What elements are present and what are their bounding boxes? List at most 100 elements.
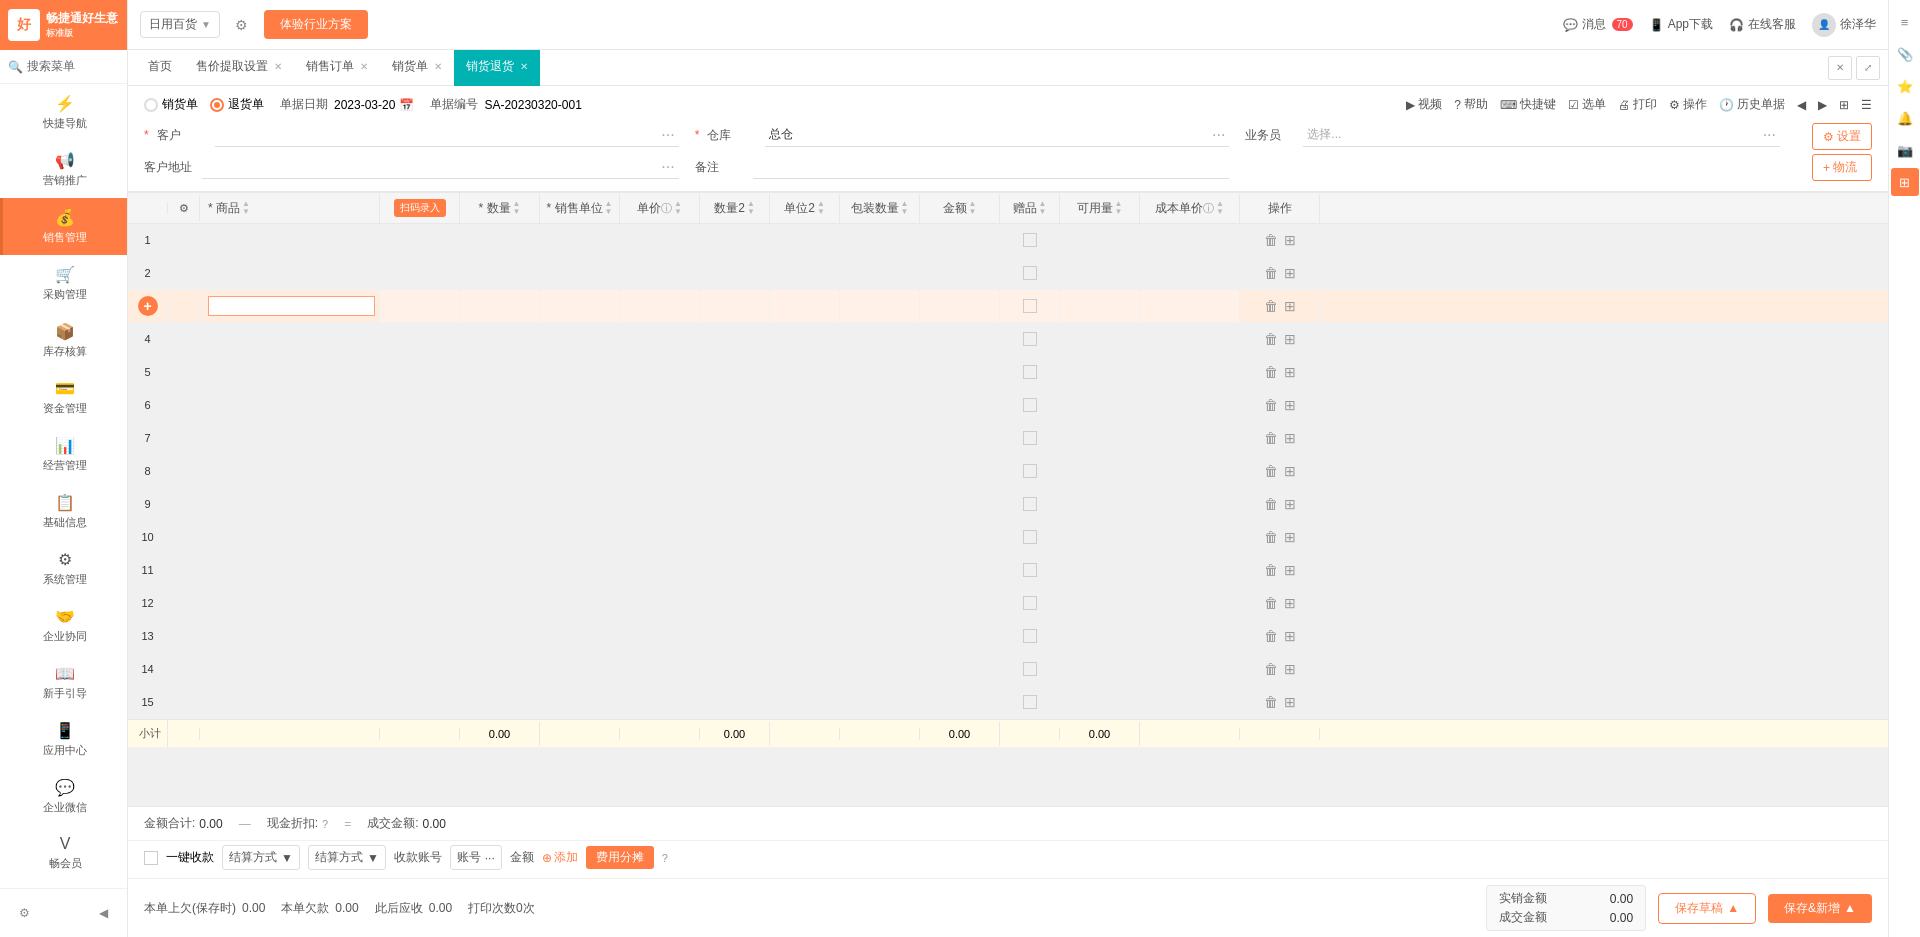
search-menu-item[interactable]: 🔍 搜索菜单 (0, 50, 127, 84)
video-btn[interactable]: ▶ 视频 (1406, 96, 1442, 113)
salesperson-dots[interactable]: ··· (1763, 126, 1776, 144)
row-3-pack[interactable] (840, 290, 920, 322)
tabs-close-btn[interactable]: ✕ (1828, 56, 1852, 80)
row-1-pack[interactable] (840, 224, 920, 256)
row-1-gift[interactable] (1000, 224, 1060, 256)
tab-sales[interactable]: 销货单 ✕ (380, 50, 454, 86)
trial-btn[interactable]: 体验行业方案 (264, 10, 368, 39)
row-3-product[interactable] (200, 290, 380, 322)
sidebar-item-member[interactable]: V 畅会员 (0, 825, 127, 881)
row-2-qty[interactable] (460, 257, 540, 289)
settle-method-select[interactable]: 结算方式 ▼ (222, 845, 300, 870)
customer-dots[interactable]: ··· (661, 126, 674, 144)
row-3-amount[interactable] (920, 290, 1000, 322)
row-1-avail[interactable] (1060, 224, 1140, 256)
add-payment-btn[interactable]: ⊕ 添加 (542, 849, 578, 866)
cost-help-icon[interactable]: ⓘ (1203, 201, 1214, 216)
sidebar-item-collab[interactable]: 🤝 企业协同 (0, 597, 127, 654)
account-select[interactable]: 账号 ··· (450, 845, 502, 870)
feiyong-help-icon[interactable]: ? (662, 852, 668, 864)
cost-sort[interactable]: ▲▼ (1216, 200, 1224, 216)
row-3-gift-checkbox[interactable] (1023, 299, 1037, 313)
row-2-gift-checkbox[interactable] (1023, 266, 1037, 280)
row-3-copy-btn[interactable]: ⊞ (1281, 298, 1299, 314)
row-3-unit[interactable] (540, 290, 620, 322)
qty2-sort[interactable]: ▲▼ (747, 200, 755, 216)
sidebar-item-finance[interactable]: 💳 资金管理 (0, 369, 127, 426)
settings-action-btn[interactable]: ⚙ 设置 (1812, 123, 1872, 150)
calc-method-select[interactable]: 结算方式 ▼ (308, 845, 386, 870)
row-2-unit[interactable] (540, 257, 620, 289)
help-btn[interactable]: ? 帮助 (1454, 96, 1488, 113)
right-sidebar-icon-1[interactable]: ≡ (1891, 8, 1919, 36)
qty-sort[interactable]: ▲▼ (513, 200, 521, 216)
sidebar-collapse-btn[interactable]: ◀ (89, 899, 117, 927)
row-2-copy-btn[interactable]: ⊞ (1281, 265, 1299, 281)
operation-btn[interactable]: ⚙ 操作 (1669, 96, 1707, 113)
salesperson-input[interactable]: 选择... ··· (1303, 123, 1780, 147)
row-2-price[interactable] (620, 257, 700, 289)
sidebar-item-system[interactable]: ⚙ 系统管理 (0, 540, 127, 597)
row-1-delete-btn[interactable]: 🗑 (1261, 232, 1281, 248)
sidebar-item-basicinfo[interactable]: 📋 基础信息 (0, 483, 127, 540)
product-sort[interactable]: ▲▼ (242, 200, 250, 216)
row-1-product[interactable] (200, 224, 380, 256)
row-3-avail[interactable] (1060, 290, 1140, 322)
row-3-product-input[interactable] (208, 296, 375, 316)
col-header-barcode[interactable]: 扫码录入 (380, 193, 460, 223)
sidebar-settings-btn[interactable]: ⚙ (10, 899, 38, 927)
row-2-cost[interactable] (1140, 257, 1240, 289)
sidebar-item-sales[interactable]: 💰 销售管理 (0, 198, 127, 255)
tab-sales-order[interactable]: 销售订单 ✕ (294, 50, 380, 86)
right-sidebar-icon-5[interactable]: 📷 (1891, 136, 1919, 164)
message-btn[interactable]: 💬 消息 70 (1563, 16, 1633, 33)
row-2-gift[interactable] (1000, 257, 1060, 289)
row-1-gift-checkbox[interactable] (1023, 233, 1037, 247)
save-new-btn[interactable]: 保存&新增 ▲ (1768, 894, 1872, 923)
address-dots[interactable]: ··· (661, 158, 674, 176)
row-3-delete-btn[interactable]: 🗑 (1261, 298, 1281, 314)
calendar-icon[interactable]: 📅 (399, 98, 414, 112)
sidebar-item-purchase[interactable]: 🛒 采购管理 (0, 255, 127, 312)
customer-input[interactable]: ··· (215, 123, 679, 147)
col-header-settings[interactable]: ⚙ (168, 196, 200, 221)
online-service-btn[interactable]: 🎧 在线客服 (1729, 16, 1796, 33)
feiyong-btn[interactable]: 费用分摊 (586, 846, 654, 869)
row-1-qty[interactable] (460, 224, 540, 256)
row-1-qty2[interactable] (700, 224, 770, 256)
sidebar-item-operations[interactable]: 📊 经营管理 (0, 426, 127, 483)
row-2-avail[interactable] (1060, 257, 1140, 289)
discount-help-icon[interactable]: ? (322, 818, 328, 830)
tab-sales-return-close[interactable]: ✕ (520, 61, 528, 72)
row-3-price[interactable] (620, 290, 700, 322)
price-sort[interactable]: ▲▼ (674, 200, 682, 216)
row-3-unit2[interactable] (770, 290, 840, 322)
save-draft-btn[interactable]: 保存草稿 ▲ (1658, 893, 1756, 924)
industry-select[interactable]: 日用百货 ▼ (140, 11, 220, 38)
row-1-price[interactable] (620, 224, 700, 256)
row-1-amount[interactable] (920, 224, 1000, 256)
app-download-btn[interactable]: 📱 App下载 (1649, 16, 1713, 33)
sidebar-item-appcenter[interactable]: 📱 应用中心 (0, 711, 127, 768)
avail-sort[interactable]: ▲▼ (1115, 200, 1123, 216)
select-btn[interactable]: ☑ 选单 (1568, 96, 1606, 113)
sidebar-item-marketing[interactable]: 📢 营销推广 (0, 141, 127, 198)
tabs-expand-btn[interactable]: ⤢ (1856, 56, 1880, 80)
sidebar-item-guide[interactable]: 📖 新手引导 (0, 654, 127, 711)
radio-return[interactable]: 退货单 (210, 96, 264, 113)
barcode-scan-btn[interactable]: 扫码录入 (394, 199, 446, 217)
tab-sales-close[interactable]: ✕ (434, 61, 442, 72)
tab-price-extract[interactable]: 售价提取设置 ✕ (184, 50, 294, 86)
amount-sort[interactable]: ▲▼ (969, 200, 977, 216)
right-sidebar-icon-6[interactable]: ⊞ (1891, 168, 1919, 196)
next-btn[interactable]: ▶ (1818, 98, 1827, 112)
tab-home[interactable]: 首页 (136, 50, 184, 86)
tab-price-extract-close[interactable]: ✕ (274, 61, 282, 72)
prev-btn[interactable]: ◀ (1797, 98, 1806, 112)
gift-sort[interactable]: ▲▼ (1039, 200, 1047, 216)
tab-sales-return[interactable]: 销货退货 ✕ (454, 50, 540, 86)
row-2-qty2[interactable] (700, 257, 770, 289)
radio-sales[interactable]: 销货单 (144, 96, 198, 113)
sidebar-item-wecom[interactable]: 💬 企业微信 (0, 768, 127, 825)
topbar-gear-btn[interactable]: ⚙ (228, 11, 256, 39)
